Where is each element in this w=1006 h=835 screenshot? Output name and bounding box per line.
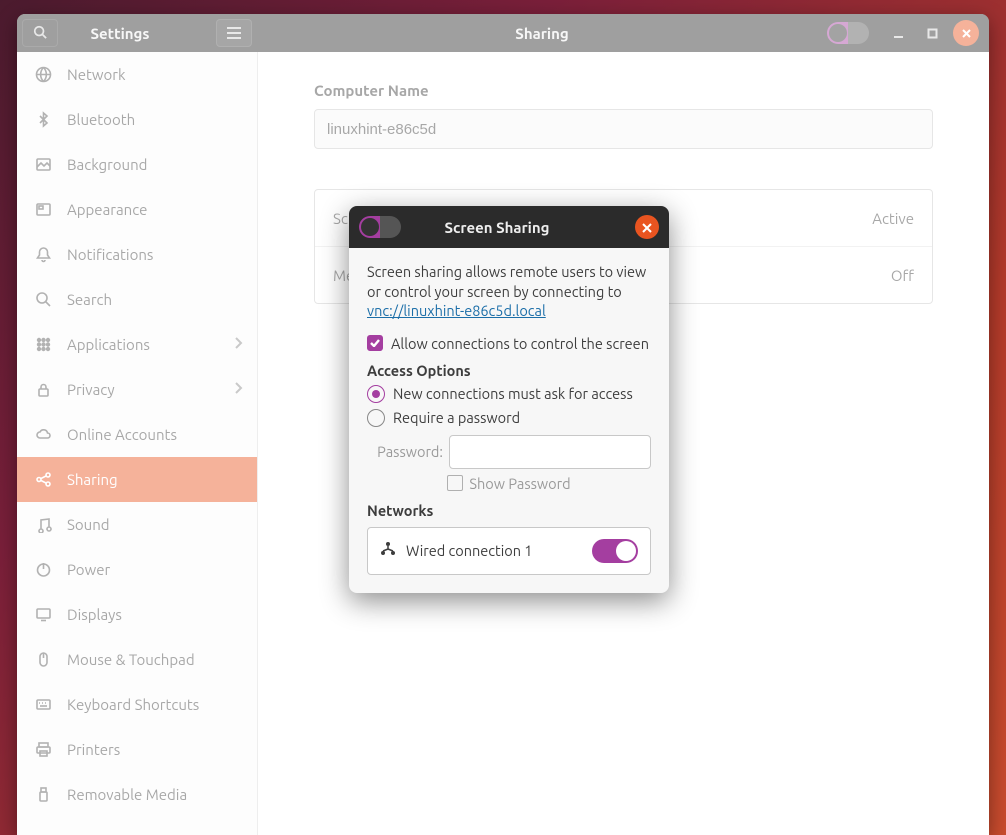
radio-password[interactable] bbox=[367, 409, 385, 427]
password-input[interactable] bbox=[449, 435, 651, 469]
radio-ask[interactable] bbox=[367, 385, 385, 403]
screen-sharing-dialog: Screen Sharing Screen sharing allows rem… bbox=[349, 206, 669, 593]
networks-list: Wired connection 1 bbox=[367, 527, 651, 575]
password-label: Password: bbox=[367, 443, 443, 460]
close-icon bbox=[642, 219, 652, 236]
show-password-checkbox[interactable] bbox=[447, 475, 463, 491]
radio-password-row[interactable]: Require a password bbox=[367, 409, 651, 427]
network-row: Wired connection 1 bbox=[368, 528, 650, 574]
radio-password-label: Require a password bbox=[393, 409, 520, 426]
dialog-description: Screen sharing allows remote users to vi… bbox=[367, 262, 651, 321]
allow-control-checkbox[interactable] bbox=[367, 335, 383, 351]
show-password-row[interactable]: Show Password bbox=[367, 475, 651, 492]
network-switch[interactable] bbox=[592, 539, 638, 563]
allow-control-row[interactable]: Allow connections to control the screen bbox=[367, 335, 651, 352]
dialog-body: Screen sharing allows remote users to vi… bbox=[349, 248, 669, 593]
radio-ask-label: New connections must ask for access bbox=[393, 385, 633, 402]
dialog-titlebar: Screen Sharing bbox=[349, 206, 669, 248]
screen-sharing-switch[interactable] bbox=[359, 216, 401, 238]
dialog-close-button[interactable] bbox=[635, 215, 659, 239]
network-label: Wired connection 1 bbox=[406, 542, 592, 559]
access-options-heading: Access Options bbox=[367, 362, 651, 379]
password-row: Password: bbox=[367, 435, 651, 469]
vnc-link[interactable]: vnc://linuxhint-e86c5d.local bbox=[367, 302, 546, 319]
radio-ask-row[interactable]: New connections must ask for access bbox=[367, 385, 651, 403]
wired-icon bbox=[380, 541, 396, 560]
networks-heading: Networks bbox=[367, 502, 651, 519]
allow-control-label: Allow connections to control the screen bbox=[391, 335, 649, 352]
description-text: Screen sharing allows remote users to vi… bbox=[367, 263, 646, 300]
show-password-label: Show Password bbox=[469, 475, 570, 492]
